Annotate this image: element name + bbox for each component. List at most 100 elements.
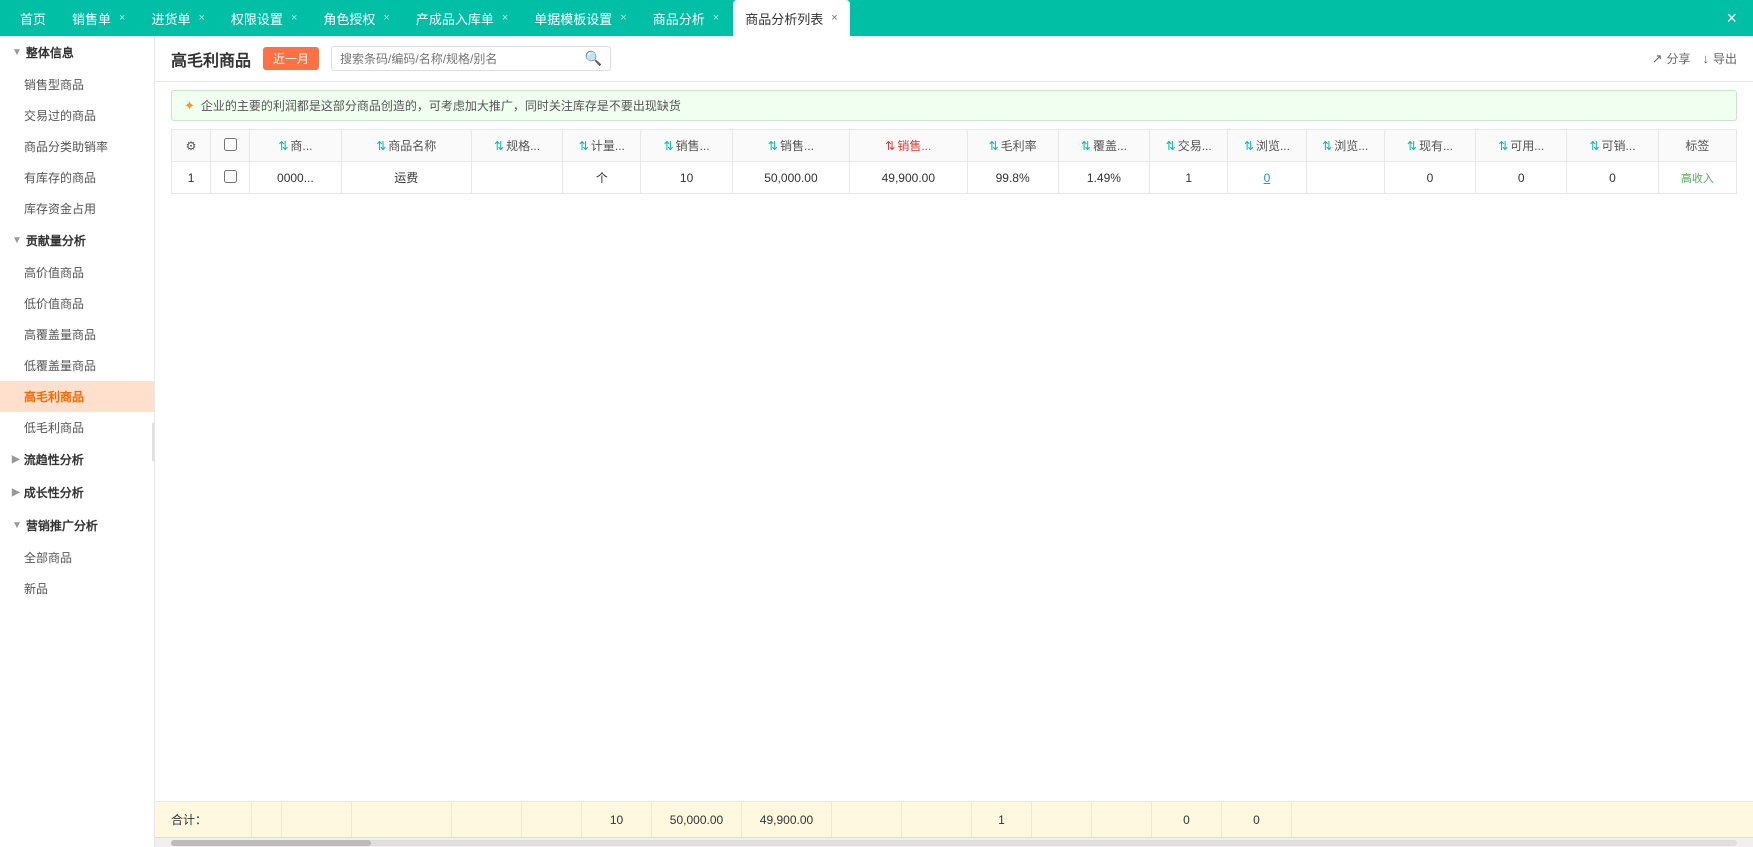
close-icon[interactable]: × — [383, 12, 389, 24]
sidebar-section-flow[interactable]: ▶ 流趋性分析 — [0, 443, 154, 476]
col-transaction[interactable]: ⇅交易... — [1150, 130, 1228, 162]
row-view1[interactable]: 0 — [1228, 162, 1306, 194]
row-num: 1 — [172, 162, 211, 194]
close-icon[interactable]: × — [119, 12, 125, 24]
col-code[interactable]: ⇅商... — [250, 130, 341, 162]
data-table: ⚙ ⇅商... ⇅商品名称 ⇅规格... — [171, 129, 1737, 194]
sidebar-item-sales-goods[interactable]: 销售型商品 — [0, 69, 154, 100]
close-icon[interactable]: × — [502, 12, 508, 24]
search-icon[interactable]: 🔍 — [585, 50, 602, 67]
col-view1[interactable]: ⇅浏览... — [1228, 130, 1306, 162]
col-name[interactable]: ⇅商品名称 — [341, 130, 471, 162]
row-spec — [471, 162, 562, 194]
filter-button[interactable]: 近一月 — [263, 47, 319, 70]
table-row: 1 0000... 运费 个 10 50,000.00 49,900.00 99… — [172, 162, 1737, 194]
main-layout: « ▼ 整体信息 销售型商品 交易过的商品 商品分类助销率 有库存的商品 库存资… — [0, 36, 1753, 847]
nav-tab-permission[interactable]: 权限设置 × — [219, 0, 309, 36]
nav-tab-home[interactable]: 首页 — [8, 0, 58, 36]
col-sales-amount[interactable]: ⇅销售... — [732, 130, 849, 162]
nav-tab-template[interactable]: 单据模板设置 × — [522, 0, 638, 36]
row-sales-qty: 10 — [641, 162, 732, 194]
nav-tab-role[interactable]: 角色授权 × — [311, 0, 401, 36]
row-checkbox[interactable] — [211, 162, 250, 194]
row-view2 — [1306, 162, 1384, 194]
sidebar-item-low-margin[interactable]: 低毛利商品 — [0, 412, 154, 443]
export-button[interactable]: ↓ 导出 — [1702, 50, 1737, 67]
content-header: 高毛利商品 近一月 🔍 ↗ 分享 ↓ 导出 — [155, 36, 1753, 82]
footer-current-stock: 0 — [1151, 802, 1221, 838]
sidebar-section-growth[interactable]: ▶ 成长性分析 — [0, 476, 154, 509]
sidebar-item-high-value[interactable]: 高价值商品 — [0, 257, 154, 288]
top-navigation: 首页 销售单 × 进货单 × 权限设置 × 角色授权 × 产成品入库单 × 单据… — [0, 0, 1753, 36]
sidebar-section-marketing[interactable]: ▼ 营销推广分析 — [0, 509, 154, 542]
sidebar: « ▼ 整体信息 销售型商品 交易过的商品 商品分类助销率 有库存的商品 库存资… — [0, 36, 155, 847]
sidebar-section-contribution[interactable]: ▼ 贡献量分析 — [0, 224, 154, 257]
col-current-stock[interactable]: ⇅现有... — [1384, 130, 1475, 162]
nav-tab-analysis-list[interactable]: 商品分析列表 × — [733, 0, 849, 36]
col-available-stock[interactable]: ⇅可用... — [1476, 130, 1567, 162]
sidebar-item-low-coverage[interactable]: 低覆盖量商品 — [0, 350, 154, 381]
footer-total: 合计： 10 50,000.00 49,900.00 1 0 0 — [155, 801, 1753, 837]
sidebar-item-new-goods[interactable]: 新品 — [0, 573, 154, 604]
col-sellable-stock[interactable]: ⇅可销... — [1567, 130, 1658, 162]
col-sales-qty[interactable]: ⇅销售... — [641, 130, 732, 162]
col-view2[interactable]: ⇅浏览... — [1306, 130, 1384, 162]
nav-tab-analysis[interactable]: 商品分析 × — [641, 0, 731, 36]
sidebar-item-low-value[interactable]: 低价值商品 — [0, 288, 154, 319]
row-available-stock: 0 — [1476, 162, 1567, 194]
close-icon[interactable]: × — [713, 12, 719, 24]
nav-tab-sales[interactable]: 销售单 × — [60, 0, 137, 36]
col-sales-profit[interactable]: ⇅销售... — [850, 130, 967, 162]
sidebar-item-high-coverage[interactable]: 高覆盖量商品 — [0, 319, 154, 350]
scrollbar-track — [171, 840, 1737, 846]
data-table-container[interactable]: ⚙ ⇅商... ⇅商品名称 ⇅规格... — [171, 129, 1737, 801]
sidebar-item-all-goods[interactable]: 全部商品 — [0, 542, 154, 573]
nav-tab-purchase[interactable]: 进货单 × — [139, 0, 216, 36]
col-settings[interactable]: ⚙ — [172, 130, 211, 162]
col-unit[interactable]: ⇅计量... — [563, 130, 641, 162]
sidebar-item-traded-goods[interactable]: 交易过的商品 — [0, 100, 154, 131]
close-icon[interactable]: × — [620, 12, 626, 24]
row-code: 0000... — [250, 162, 341, 194]
window-close-button[interactable]: × — [1718, 8, 1745, 29]
search-input[interactable] — [340, 52, 581, 66]
col-gross-margin[interactable]: ⇅毛利率 — [967, 130, 1058, 162]
sidebar-item-stock-capital[interactable]: 库存资金占用 — [0, 193, 154, 224]
row-current-stock: 0 — [1384, 162, 1475, 194]
row-coverage: 1.49% — [1058, 162, 1149, 194]
chevron-down-icon: ▼ — [12, 520, 22, 531]
sidebar-item-high-margin[interactable]: 高毛利商品 — [0, 381, 154, 412]
page-title: 高毛利商品 — [171, 47, 251, 71]
header-actions: ↗ 分享 ↓ 导出 — [1652, 50, 1737, 67]
footer-label: 合计： — [171, 811, 251, 828]
col-tag[interactable]: 标签 — [1658, 130, 1736, 162]
col-checkbox[interactable] — [211, 130, 250, 162]
footer-transaction: 1 — [971, 802, 1031, 838]
settings-icon[interactable]: ⚙ — [186, 139, 197, 153]
info-icon: ✦ — [184, 98, 195, 114]
footer-sales-profit: 49,900.00 — [741, 802, 831, 838]
info-banner: ✦ 企业的主要的利润都是这部分商品创造的，可考虑加大推广，同时关注库存是不要出现… — [171, 90, 1737, 121]
row-select-checkbox[interactable] — [224, 170, 237, 183]
row-unit: 个 — [563, 162, 641, 194]
row-sellable-stock: 0 — [1567, 162, 1658, 194]
content-area: 高毛利商品 近一月 🔍 ↗ 分享 ↓ 导出 ✦ 企业的主要的利润都是这部分商品创… — [155, 36, 1753, 847]
close-icon[interactable]: × — [198, 12, 204, 24]
scrollbar-thumb[interactable] — [171, 840, 371, 846]
row-gross-margin: 99.8% — [967, 162, 1058, 194]
row-sales-amount: 50,000.00 — [732, 162, 849, 194]
horizontal-scrollbar[interactable] — [155, 837, 1753, 847]
col-spec[interactable]: ⇅规格... — [471, 130, 562, 162]
footer-sales-amount: 50,000.00 — [651, 802, 741, 838]
col-coverage[interactable]: ⇅覆盖... — [1058, 130, 1149, 162]
close-icon[interactable]: × — [831, 12, 837, 24]
select-all-checkbox[interactable] — [224, 138, 237, 151]
sidebar-item-category-rate[interactable]: 商品分类助销率 — [0, 131, 154, 162]
sidebar-section-overall[interactable]: ▼ 整体信息 — [0, 36, 154, 69]
close-icon[interactable]: × — [291, 12, 297, 24]
share-button[interactable]: ↗ 分享 — [1652, 50, 1691, 67]
nav-tab-warehouse[interactable]: 产成品入库单 × — [404, 0, 520, 36]
sidebar-collapse-button[interactable]: « — [152, 422, 155, 462]
sidebar-item-in-stock-goods[interactable]: 有库存的商品 — [0, 162, 154, 193]
chevron-right-icon: ▶ — [12, 454, 20, 465]
